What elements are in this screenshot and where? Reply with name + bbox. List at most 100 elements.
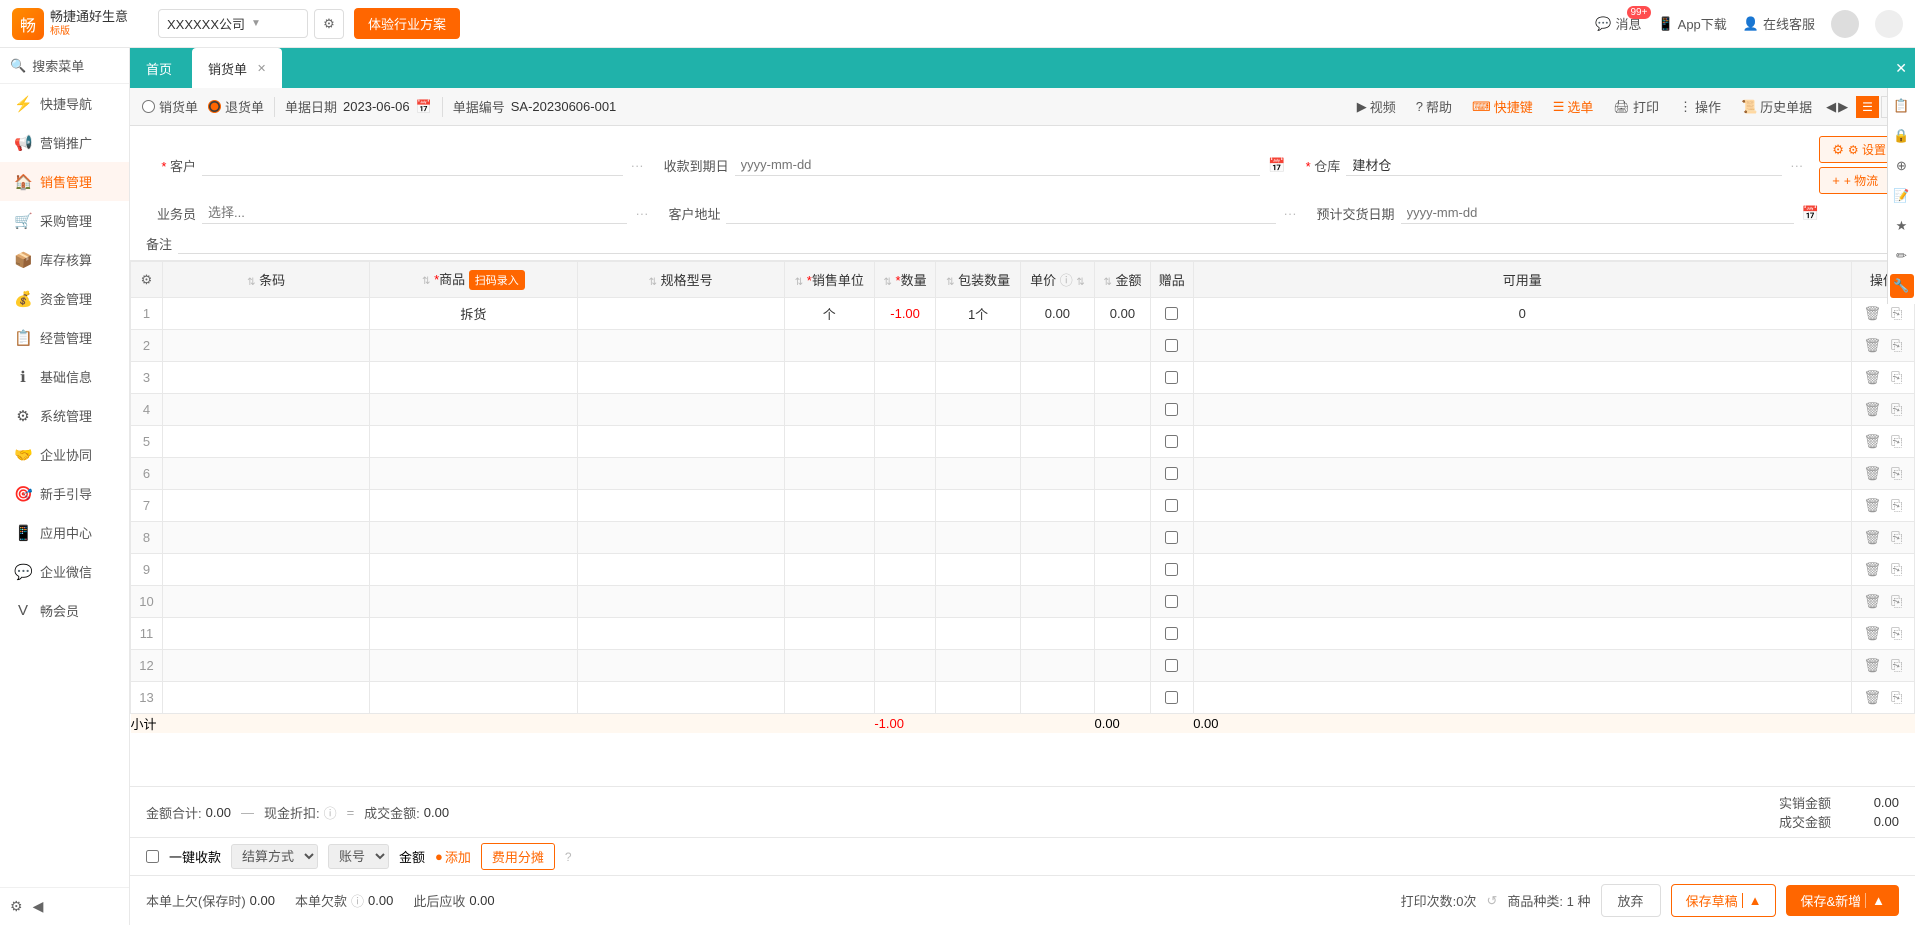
delete-row-icon[interactable]: 🗑 [1861, 465, 1885, 481]
row-product[interactable] [370, 618, 577, 650]
copy-row-icon[interactable]: ⎘ [1888, 465, 1905, 481]
sidebar-item-enterprise[interactable]: 🤝 企业协同 [0, 435, 129, 474]
warehouse-dots-icon[interactable]: ··· [1790, 158, 1803, 173]
online-service-button[interactable]: 👤 在线客服 [1743, 14, 1815, 33]
delete-row-icon[interactable]: 🗑 [1861, 657, 1885, 673]
row-barcode[interactable] [163, 394, 370, 426]
row-barcode[interactable] [163, 650, 370, 682]
sidebar-item-sales-mgmt[interactable]: 🏠 销售管理 [0, 162, 129, 201]
sidebar-item-quick-nav[interactable]: ⚡ 快捷导航 [0, 84, 129, 123]
delete-row-icon[interactable]: 🗑 [1861, 369, 1885, 385]
settings-icon[interactable]: ⚙ [10, 898, 23, 915]
sidebar-item-inventory[interactable]: 📦 库存核算 [0, 240, 129, 279]
sidebar-item-capital-mgmt[interactable]: 💰 资金管理 [0, 279, 129, 318]
delete-row-icon[interactable]: 🗑 [1861, 689, 1885, 705]
copy-row-icon[interactable]: ⎘ [1888, 337, 1905, 353]
rf-btn-6[interactable]: ✏ [1890, 244, 1914, 268]
btn-print[interactable]: 🖨 打印 [1607, 94, 1665, 119]
copy-row-icon[interactable]: ⎘ [1888, 305, 1905, 321]
delete-row-icon[interactable]: 🗑 [1861, 529, 1885, 545]
row-qty[interactable] [874, 458, 936, 490]
row-barcode[interactable] [163, 522, 370, 554]
copy-row-icon[interactable]: ⎘ [1888, 689, 1905, 705]
row-unit-price[interactable] [1020, 650, 1094, 682]
row-product[interactable] [370, 426, 577, 458]
row-product[interactable] [370, 586, 577, 618]
row-gift[interactable] [1150, 650, 1193, 682]
save-new-dropdown-icon[interactable]: ▲ [1865, 893, 1885, 908]
tab-home[interactable]: 首页 [130, 48, 188, 88]
app-download-button[interactable]: 📱 App下载 [1657, 14, 1726, 33]
row-gift[interactable] [1150, 362, 1193, 394]
delete-row-icon[interactable]: 🗑 [1861, 625, 1885, 641]
row-gift[interactable] [1150, 394, 1193, 426]
row-qty[interactable] [874, 330, 936, 362]
row-gift[interactable] [1150, 618, 1193, 650]
delete-row-icon[interactable]: 🗑 [1861, 593, 1885, 609]
discard-button[interactable]: 放弃 [1601, 884, 1661, 917]
prev-arrow-icon[interactable]: ◀ [1826, 99, 1836, 115]
salesperson-input[interactable] [202, 202, 627, 224]
row-unit-price[interactable] [1020, 682, 1094, 714]
btn-action[interactable]: ⋮ 操作 [1673, 94, 1727, 119]
sidebar-search[interactable]: 🔍 搜索菜单 [0, 48, 129, 84]
row-unit-price[interactable]: 0.00 [1020, 298, 1094, 330]
row-unit-price[interactable] [1020, 426, 1094, 458]
copy-row-icon[interactable]: ⎘ [1888, 433, 1905, 449]
sidebar-item-wechat[interactable]: 💬 企业微信 [0, 552, 129, 591]
row-qty[interactable]: -1.00 [874, 298, 936, 330]
address-dots-icon[interactable]: ··· [1284, 206, 1297, 221]
row-gift[interactable] [1150, 490, 1193, 522]
row-gift[interactable] [1150, 682, 1193, 714]
row-spec[interactable] [577, 330, 784, 362]
row-qty[interactable] [874, 682, 936, 714]
rf-btn-1[interactable]: 📋 [1890, 94, 1914, 118]
tab-close-icon[interactable]: ✕ [257, 62, 266, 75]
customer-input[interactable] [202, 154, 623, 176]
row-qty[interactable] [874, 618, 936, 650]
row-gift[interactable] [1150, 298, 1193, 330]
save-draft-button[interactable]: 保存草稿 ▲ [1671, 884, 1777, 917]
dropdown-arrow-icon[interactable]: ▲ [1742, 893, 1762, 908]
sidebar-item-basic-info[interactable]: ℹ 基础信息 [0, 357, 129, 396]
btn-help[interactable]: ? 帮助 [1410, 94, 1458, 119]
row-barcode[interactable] [163, 618, 370, 650]
copy-row-icon[interactable]: ⎘ [1888, 401, 1905, 417]
avatar[interactable] [1831, 10, 1859, 38]
th-config[interactable]: ⚙ [131, 262, 163, 298]
sidebar-item-guide[interactable]: 🎯 新手引导 [0, 474, 129, 513]
copy-row-icon[interactable]: ⎘ [1888, 369, 1905, 385]
delete-row-icon[interactable]: 🗑 [1861, 401, 1885, 417]
calendar-delivery-icon[interactable]: 📅 [1802, 205, 1819, 222]
row-unit-price[interactable] [1020, 522, 1094, 554]
row-spec[interactable] [577, 682, 784, 714]
btn-history[interactable]: 📜 历史单据 [1735, 94, 1818, 119]
row-product[interactable] [370, 394, 577, 426]
btn-select[interactable]: ☰ 选单 [1547, 94, 1600, 119]
row-qty[interactable] [874, 490, 936, 522]
row-qty[interactable] [874, 394, 936, 426]
payment-due-input[interactable] [735, 154, 1261, 176]
row-barcode[interactable] [163, 426, 370, 458]
row-spec[interactable] [577, 426, 784, 458]
row-product[interactable] [370, 330, 577, 362]
sidebar-item-vip[interactable]: V 畅会员 [0, 591, 129, 630]
trial-button[interactable]: 体验行业方案 [354, 8, 460, 39]
copy-row-icon[interactable]: ⎘ [1888, 561, 1905, 577]
row-spec[interactable] [577, 618, 784, 650]
row-gift[interactable] [1150, 554, 1193, 586]
gear-button[interactable]: ⚙ [314, 9, 344, 39]
messages-button[interactable]: 💬 消息 99+ [1595, 14, 1641, 33]
salesperson-dots-icon[interactable]: ··· [635, 206, 648, 221]
rf-btn-4[interactable]: 📝 [1890, 184, 1914, 208]
row-product[interactable] [370, 458, 577, 490]
row-barcode[interactable] [163, 490, 370, 522]
row-barcode[interactable] [163, 682, 370, 714]
row-spec[interactable] [577, 362, 784, 394]
warehouse-input[interactable] [1346, 154, 1782, 176]
row-barcode[interactable] [163, 362, 370, 394]
sidebar-item-marketing[interactable]: 📢 营销推广 [0, 123, 129, 162]
account-select[interactable]: 账号 [328, 844, 389, 869]
rf-btn-3[interactable]: ⊕ [1890, 154, 1914, 178]
row-unit-price[interactable] [1020, 618, 1094, 650]
